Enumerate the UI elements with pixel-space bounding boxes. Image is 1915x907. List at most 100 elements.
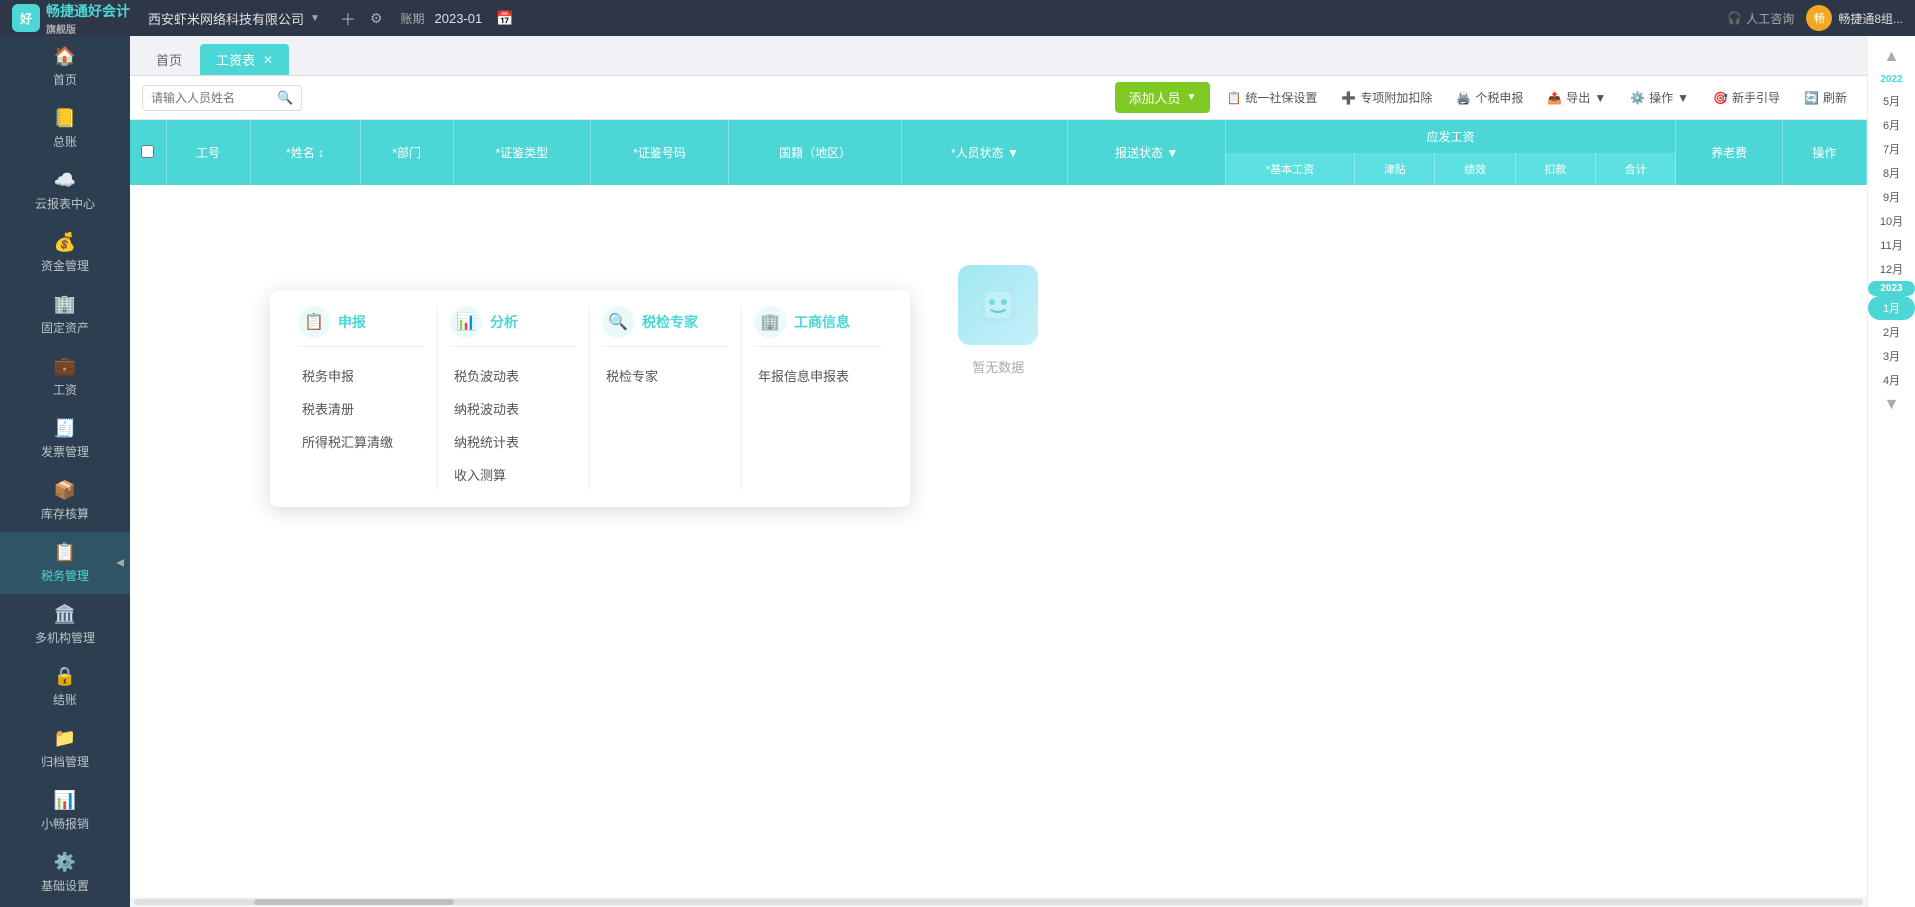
analysis-icon: 📊 (450, 306, 482, 338)
scrollbar-thumb[interactable] (254, 899, 454, 905)
operate-icon: ⚙️ (1630, 91, 1645, 105)
th-report-status: 报送状态 ▼ (1068, 120, 1225, 185)
tab-salary-label: 工资表 (216, 50, 255, 69)
scroll-down-button[interactable]: ▼ (1880, 392, 1904, 418)
timeline-month-2[interactable]: 2月 (1868, 320, 1915, 344)
timeline-month-7[interactable]: 7月 (1868, 137, 1915, 161)
archive-icon: 📁 (54, 728, 76, 749)
close-period-icon: 🔒 (54, 666, 76, 687)
sidebar-item-multi[interactable]: 🏛️ 多机构管理 (0, 594, 130, 656)
sidebar-item-cloud[interactable]: ☁️ 云报表中心 (0, 160, 130, 222)
menu-item-tax-stats[interactable]: 纳税统计表 (450, 425, 577, 458)
sidebar-item-invoice[interactable]: 🧾 发票管理 (0, 408, 130, 470)
sidebar-item-close[interactable]: 🔒 结账 (0, 656, 130, 718)
sidebar-item-salary[interactable]: 💼 工资 (0, 346, 130, 408)
funds-icon: 💰 (54, 232, 76, 253)
add-btn-arrow-icon: ▼ (1187, 92, 1197, 103)
menu-item-tax-form[interactable]: 税表清册 (298, 392, 425, 425)
timeline-month-1[interactable]: 1月 (1868, 296, 1915, 320)
scroll-up-button[interactable]: ▲ (1880, 44, 1904, 70)
timeline-month-3[interactable]: 3月 (1868, 344, 1915, 368)
menu-item-annual-report[interactable]: 年报信息申报表 (754, 359, 882, 392)
select-all-checkbox[interactable] (141, 145, 154, 158)
export-button[interactable]: 📤 导出 ▼ (1539, 85, 1614, 110)
th-deduction: 扣款 (1515, 153, 1595, 185)
cloud-icon: ☁️ (54, 170, 76, 191)
timeline-month-10[interactable]: 10月 (1868, 209, 1915, 233)
search-wrap[interactable]: 🔍 (142, 85, 302, 111)
refresh-button[interactable]: 🔄 刷新 (1796, 85, 1855, 110)
timeline-month-8[interactable]: 8月 (1868, 161, 1915, 185)
analysis-title: 分析 (490, 312, 518, 332)
search-input[interactable] (151, 91, 271, 105)
expert-icon: 🔍 (602, 306, 634, 338)
tax-icon: 📋 (54, 542, 76, 563)
expert-title: 税检专家 (642, 312, 698, 332)
th-dept: *部门 (360, 120, 453, 185)
sidebar-item-inventory[interactable]: 📦 库存核算 (0, 470, 130, 532)
timeline-month-12[interactable]: 12月 (1868, 257, 1915, 281)
app-logo: 好 畅捷通好会计 旗舰版 (12, 1, 130, 36)
menu-section-analysis: 📊 分析 税负波动表 纳税波动表 纳税统计表 收入测算 (438, 306, 590, 491)
menu-item-income-calc[interactable]: 收入测算 (450, 458, 577, 491)
operate-button[interactable]: ⚙️ 操作 ▼ (1622, 85, 1697, 110)
sidebar-item-ledger[interactable]: 📒 总账 (0, 98, 130, 160)
sidebar-item-funds[interactable]: 💰 资金管理 (0, 222, 130, 284)
operate-arrow-icon: ▼ (1677, 91, 1689, 105)
tab-home[interactable]: 首页 (140, 44, 198, 75)
tax-return-button[interactable]: 🖨️ 个税申报 (1448, 85, 1531, 110)
sidebar-item-home[interactable]: 🏠 首页 (0, 36, 130, 98)
assets-icon: 🏢 (54, 294, 76, 315)
right-timeline: ▲ 2022 5月 6月 7月 8月 9月 10月 11月 12月 2023 1… (1867, 36, 1915, 907)
timeline-month-9[interactable]: 9月 (1868, 185, 1915, 209)
sidebar-item-report[interactable]: 📊 小畅报销 (0, 780, 130, 842)
settings-icon[interactable]: ⚙ (370, 10, 383, 27)
add-person-button[interactable]: 添加人员 ▼ (1115, 82, 1211, 113)
sidebar-item-assets[interactable]: 🏢 固定资产 (0, 284, 130, 346)
user-info[interactable]: 畅 畅捷通8组... (1806, 5, 1903, 31)
special-deduct-button[interactable]: ➕ 专项附加扣除 (1333, 85, 1440, 110)
th-name: *姓名 ↕ (250, 120, 360, 185)
tab-close-button[interactable]: ✕ (263, 53, 273, 67)
export-arrow-icon: ▼ (1594, 91, 1606, 105)
th-performance: 绩效 (1435, 153, 1515, 185)
report-icon: 📊 (54, 790, 76, 811)
search-icon: 🔍 (277, 90, 293, 106)
sidebar-item-settings[interactable]: ⚙️ 基础设置 (0, 842, 130, 904)
menu-item-tax-expert[interactable]: 税检专家 (602, 359, 729, 392)
toolbar: 🔍 添加人员 ▼ 📋 统一社保设置 ➕ 专项附加扣除 🖨️ 个税申报 📤 导出 (130, 76, 1867, 120)
business-icon: 🏢 (754, 306, 786, 338)
timeline-month-6[interactable]: 6月 (1868, 113, 1915, 137)
menu-item-tax-burden[interactable]: 税负波动表 (450, 359, 577, 392)
menu-item-tax-declare[interactable]: 税务申报 (298, 359, 425, 392)
timeline-month-11[interactable]: 11月 (1868, 233, 1915, 257)
service-button[interactable]: 🎧 人工咨询 (1727, 10, 1794, 27)
plus-icon: ➕ (1341, 91, 1356, 105)
timeline-month-5[interactable]: 5月 (1868, 89, 1915, 113)
scrollbar-track (134, 899, 1863, 905)
th-status: *人员状态 ▼ (902, 120, 1068, 185)
tab-salary[interactable]: 工资表 ✕ (200, 44, 289, 75)
gear-icon: ⚙️ (54, 852, 76, 873)
th-total: 合计 (1596, 153, 1676, 185)
declaration-title: 申报 (338, 312, 366, 332)
multi-icon: 🏛️ (54, 604, 76, 625)
th-number: 工号 (166, 120, 250, 185)
social-insurance-button[interactable]: 📋 统一社保设置 (1218, 85, 1325, 110)
sidebar-item-archive[interactable]: 📁 归档管理 (0, 718, 130, 780)
company-selector[interactable]: 西安虾米网络科技有限公司 ▼ (140, 5, 328, 32)
calendar-icon[interactable]: 📅 (496, 10, 513, 27)
th-salary-group: 应发工资 (1225, 120, 1676, 153)
inventory-icon: 📦 (54, 480, 76, 501)
timeline-month-4[interactable]: 4月 (1868, 368, 1915, 392)
menu-item-tax-payment[interactable]: 纳税波动表 (450, 392, 577, 425)
period-label: 账期 (401, 10, 425, 27)
th-check[interactable] (130, 120, 166, 185)
add-company-button[interactable]: ＋ (340, 6, 356, 30)
sidebar-item-tax[interactable]: 📋 税务管理 ◀ (0, 532, 130, 594)
guide-button[interactable]: 🎯 新手引导 (1705, 85, 1788, 110)
menu-item-income-tax[interactable]: 所得税汇算清缴 (298, 425, 425, 458)
refresh-icon: 🔄 (1804, 91, 1819, 105)
bottom-scrollbar[interactable] (130, 897, 1867, 907)
th-bonus: 津贴 (1355, 153, 1435, 185)
